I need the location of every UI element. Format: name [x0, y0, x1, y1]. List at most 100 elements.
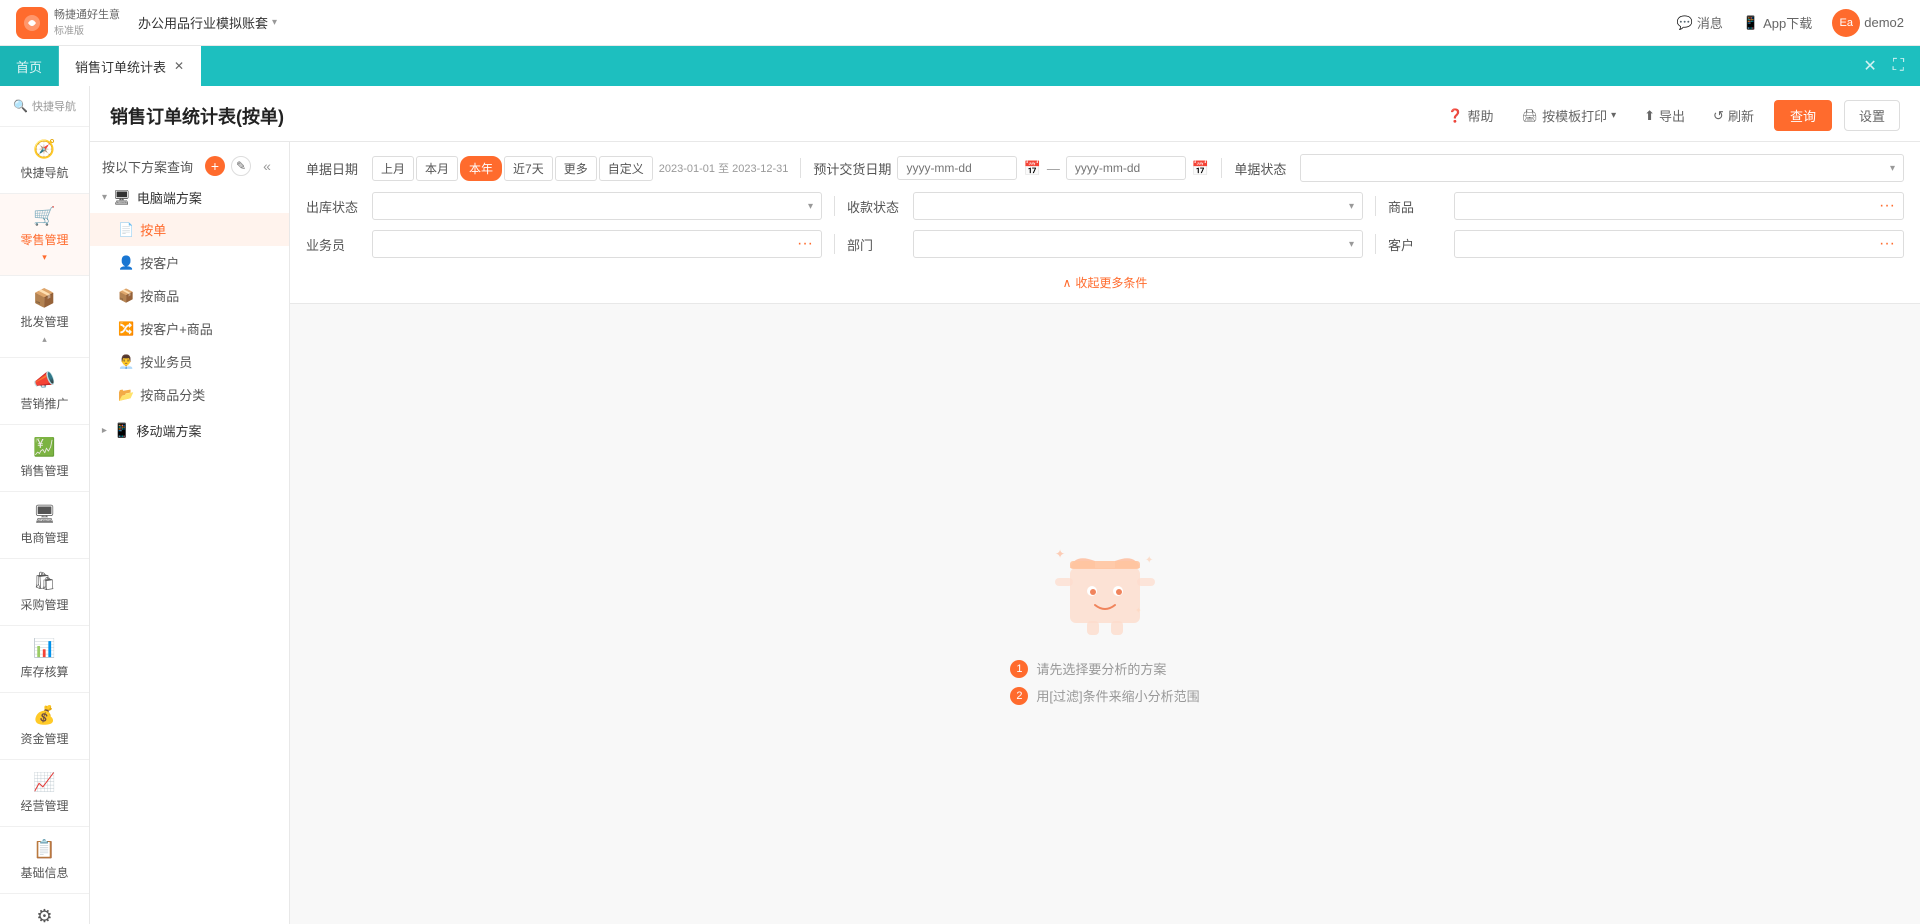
bill-state-select[interactable]: ▾	[1300, 154, 1904, 182]
goods-select[interactable]: ···	[1454, 192, 1904, 220]
template-print-btn[interactable]: 🖨 按模板打印 ▾	[1514, 102, 1625, 129]
tab-home[interactable]: 首页	[0, 46, 59, 86]
avatar: Ea	[1832, 9, 1860, 37]
dept-label: 部门	[847, 235, 907, 254]
finance-label: 资金管理	[20, 730, 68, 747]
tip-num-2: 2	[1010, 687, 1028, 705]
salesman-select[interactable]: ···	[372, 230, 822, 258]
sidebar-item-marketing[interactable]: 📣 营销推广	[0, 358, 89, 425]
scheme-group-pc-header[interactable]: ▾ 🖥 电脑端方案	[90, 182, 289, 213]
operations-label: 经营管理	[20, 797, 68, 814]
sales-icon: 💹	[33, 437, 55, 458]
tip-text-2: 用[过滤]条件来缩小分析范围	[1036, 686, 1199, 705]
by-cp-label: 按客户+商品	[140, 319, 213, 338]
bill-state-label: 单据状态	[1234, 159, 1294, 178]
sidebar-item-purchase[interactable]: 🛍 采购管理	[0, 559, 89, 626]
sidebar-item-finance[interactable]: 💰 资金管理	[0, 693, 89, 760]
inventory-label: 库存核算	[20, 663, 68, 680]
tab-maximize-btn[interactable]: ⛶	[1889, 53, 1908, 79]
refresh-label: 刷新	[1728, 106, 1754, 125]
pay-state-select[interactable]: ▾	[913, 192, 1363, 220]
customer-more-icon: ···	[1879, 235, 1895, 253]
user-area[interactable]: Ea demo2	[1832, 9, 1904, 37]
scheme-item-by-customer-product[interactable]: 🔀 按客户+商品	[90, 312, 289, 345]
tab-sales-stat[interactable]: 销售订单统计表 ✕	[59, 46, 201, 86]
date-this-year-btn[interactable]: 本年	[460, 156, 502, 181]
message-btn[interactable]: 💬 消息	[1677, 13, 1723, 32]
sidebar-item-sales[interactable]: 💹 销售管理	[0, 425, 89, 492]
app-download-btn[interactable]: 📱 App下载	[1743, 13, 1812, 32]
divider-4	[1375, 196, 1376, 216]
tab-minimize-btn[interactable]: ✕	[1859, 52, 1880, 80]
scheme-collapse-btn[interactable]: «	[257, 156, 277, 176]
basic-label: 基础信息	[20, 864, 68, 881]
tab-close-icon[interactable]: ✕	[174, 59, 184, 73]
expected-date-start[interactable]	[897, 156, 1017, 180]
date-7days-btn[interactable]: 近7天	[504, 156, 553, 181]
scheme-item-by-order[interactable]: 📄 按单	[90, 213, 289, 246]
customer-select[interactable]: ···	[1454, 230, 1904, 258]
scheme-add-btn[interactable]: +	[205, 156, 225, 176]
customer-label: 客户	[1388, 235, 1448, 254]
sidebar-item-system[interactable]: ⚙ 系统管理	[0, 894, 89, 924]
scheme-item-by-category[interactable]: 📂 按商品分类	[90, 378, 289, 411]
tab-home-label: 首页	[16, 57, 42, 76]
sidebar-item-basic[interactable]: 📋 基础信息	[0, 827, 89, 894]
calendar-end-icon[interactable]: 📅	[1192, 160, 1209, 177]
message-icon: 💬	[1677, 15, 1693, 31]
ship-state-select[interactable]: ▾	[372, 192, 822, 220]
ship-state-group: 出库状态 ▾	[306, 192, 822, 220]
collapse-label: 收起更多条件	[1075, 274, 1147, 291]
top-bar-right: 💬 消息 📱 App下载 Ea demo2	[1677, 9, 1904, 37]
scheme-group-mobile-header[interactable]: ▾ 📱 移动端方案	[90, 415, 289, 446]
sidebar-item-inventory[interactable]: 📊 库存核算	[0, 626, 89, 693]
date-more-btn[interactable]: 更多	[555, 156, 597, 181]
product-icon: 📦	[118, 288, 134, 304]
refresh-btn[interactable]: ↺ 刷新	[1705, 102, 1762, 129]
customer-group: 客户 ···	[1388, 230, 1904, 258]
empty-illustration: ✦ ✦ ✦	[1045, 523, 1165, 643]
sidebar-item-operations[interactable]: 📈 经营管理	[0, 760, 89, 827]
sidebar-item-retail[interactable]: 🛒 零售管理 ▾	[0, 194, 89, 276]
date-custom-btn[interactable]: 自定义	[599, 156, 653, 181]
empty-tip-2: 2 用[过滤]条件来缩小分析范围	[1010, 686, 1199, 705]
sidebar-item-shortcut[interactable]: 🧭 快捷导航	[0, 127, 89, 194]
sidebar-item-ecommerce[interactable]: 🖥 电商管理	[0, 492, 89, 559]
collapse-btn[interactable]: ∧ 收起更多条件	[306, 268, 1904, 297]
sidebar-item-wholesale[interactable]: 📦 批发管理 ▴	[0, 276, 89, 358]
goods-more-icon: ···	[1879, 197, 1895, 215]
sidebar-search-hint[interactable]: 🔍 快捷导航	[13, 98, 76, 114]
system-icon: ⚙	[36, 906, 52, 924]
tip-num-1: 1	[1010, 660, 1028, 678]
sales-label: 销售管理	[20, 462, 68, 479]
retail-arrow: ▾	[42, 252, 47, 263]
marketing-icon: 📣	[33, 370, 55, 391]
expected-date-end[interactable]	[1066, 156, 1186, 180]
settings-btn[interactable]: 设置	[1844, 100, 1900, 131]
scheme-edit-btn[interactable]: ✎	[231, 156, 251, 176]
date-prev-month-btn[interactable]: 上月	[372, 156, 414, 181]
query-btn[interactable]: 查询	[1774, 100, 1832, 131]
scheme-item-by-product[interactable]: 📦 按商品	[90, 279, 289, 312]
calendar-start-icon[interactable]: 📅	[1023, 160, 1040, 177]
svg-text:✦: ✦	[1145, 555, 1153, 566]
mobile-group-arrow: ▾	[99, 428, 110, 433]
phone-icon: 📱	[1743, 15, 1759, 31]
date-this-month-btn[interactable]: 本月	[416, 156, 458, 181]
pay-state-label: 收款状态	[847, 197, 907, 216]
template-print-label: 按模板打印	[1542, 106, 1607, 125]
pc-group-icon: 🖥	[113, 189, 131, 206]
inner-layout: 按以下方案查询 + ✎ « ▾ 🖥 电脑端方案 📄 按单	[90, 142, 1920, 924]
filter-row-3: 业务员 ··· 部门 ▾	[306, 230, 1904, 258]
print-icon: 🖨	[1522, 108, 1539, 124]
export-btn[interactable]: ⬆ 导出	[1636, 102, 1693, 129]
date-range-dash: —	[1047, 161, 1060, 176]
wholesale-icon: 📦	[33, 288, 55, 309]
scheme-item-by-salesman[interactable]: 👨‍💼 按业务员	[90, 345, 289, 378]
scheme-item-by-customer[interactable]: 👤 按客户	[90, 246, 289, 279]
search-label: 快捷导航	[32, 98, 76, 114]
help-btn[interactable]: ❓ 帮助	[1439, 102, 1501, 129]
enterprise-selector[interactable]: 办公用品行业模拟账套 ▾	[130, 9, 285, 36]
dept-select[interactable]: ▾	[913, 230, 1363, 258]
enterprise-name: 办公用品行业模拟账套	[138, 13, 268, 32]
